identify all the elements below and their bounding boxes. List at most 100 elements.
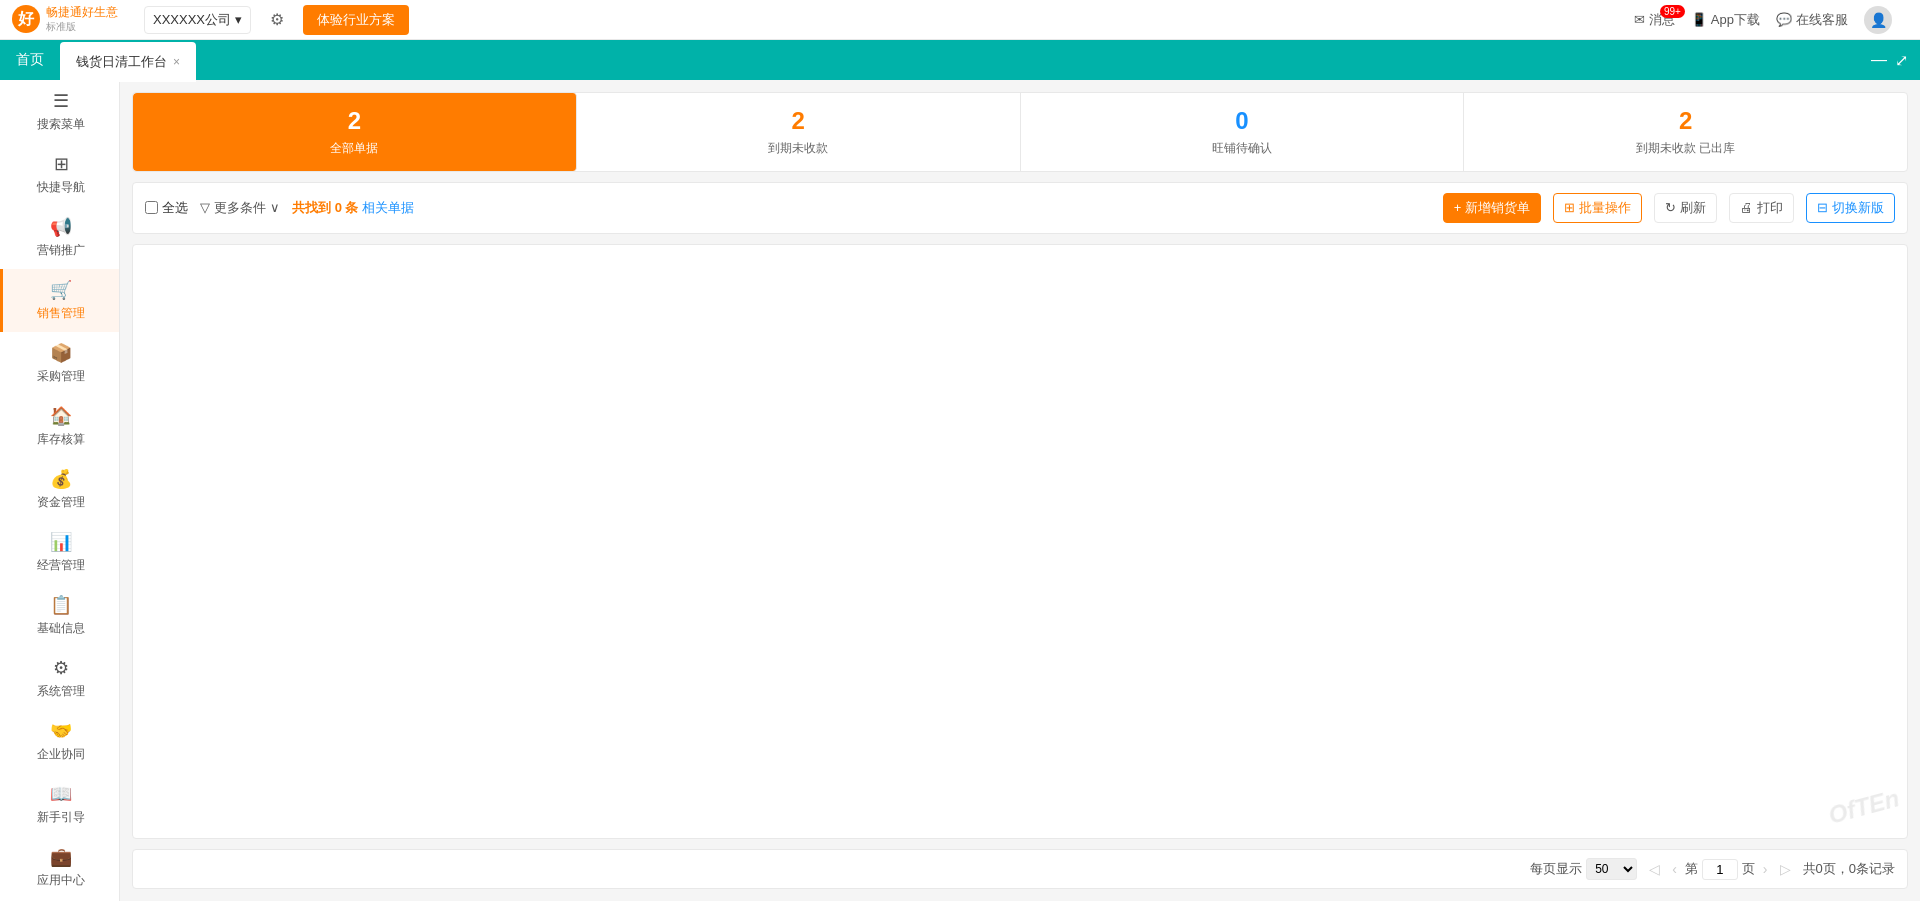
batch-operation-button[interactable]: ⊞ 批量操作 [1553,193,1642,223]
sidebar-item-quicknav[interactable]: ⊞ 快捷导航 [0,143,119,206]
next-page-button[interactable]: › [1759,859,1772,879]
sidebar-item-label: 库存核算 [37,431,85,448]
add-sales-button[interactable]: + 新增销货单 [1443,193,1541,223]
sidebar-item-label: 新手引导 [37,809,85,826]
last-page-button[interactable]: ▷ [1776,859,1795,879]
enterprise-icon: 🤝 [50,720,72,742]
page-size-label: 每页显示 [1530,860,1582,878]
sidebar-item-label: 销售管理 [37,305,85,322]
sidebar-item-basics[interactable]: 📋 基础信息 [0,584,119,647]
stat-number-wangpu: 0 [1037,107,1448,136]
logo-icon: 好 [12,5,40,33]
stat-card-all[interactable]: 2 全部单据 [133,93,577,171]
purchase-icon: 📦 [50,342,72,364]
tab-maximize-button[interactable]: ⤢ [1895,51,1908,70]
page-suffix: 页 [1742,860,1755,878]
select-all-input[interactable] [145,201,158,214]
sidebar-item-label: 基础信息 [37,620,85,637]
select-all-checkbox[interactable]: 全选 [145,199,188,217]
inventory-icon: 🏠 [50,405,72,427]
tab-label: 钱货日清工作台 [76,53,167,71]
sidebar-item-sales[interactable]: 🛒 销售管理 [0,269,119,332]
chevron-down-icon: ▾ [235,12,242,27]
avatar-icon: 👤 [1870,12,1887,28]
sidebar-item-apps[interactable]: 💼 应用中心 [0,836,119,899]
table-area [132,244,1908,839]
page-number-input[interactable] [1702,859,1738,880]
print-icon: 🖨 [1740,200,1753,215]
sidebar-item-label: 经营管理 [37,557,85,574]
settings-button[interactable]: ⚙ [263,6,291,34]
main-layout: ☰ 搜索菜单 ⊞ 快捷导航 📢 营销推广 🛒 销售管理 📦 采购管理 🏠 库存核… [0,80,1920,901]
chevron-down-icon: ∨ [270,200,280,215]
avatar[interactable]: 👤 [1864,6,1892,34]
sidebar-item-search[interactable]: ☰ 搜索菜单 [0,80,119,143]
toolbar-left: 全选 ▽ 更多条件 ∨ 共找到 0 条 相关单据 [145,199,414,217]
sidebar: ☰ 搜索菜单 ⊞ 快捷导航 📢 营销推广 🛒 销售管理 📦 采购管理 🏠 库存核… [0,80,120,901]
messages-button[interactable]: ✉ 消息 99+ [1634,11,1675,29]
topbar-right: ✉ 消息 99+ 📱 App下载 💬 在线客服 👤 [1634,6,1908,34]
stat-number-all: 2 [149,107,560,136]
sidebar-item-label: 企业协同 [37,746,85,763]
count-unit: 条 [345,200,358,215]
app-download-button[interactable]: 📱 App下载 [1691,11,1760,29]
batch-icon: ⊞ [1564,200,1575,215]
logo-sub: 标准版 [46,20,118,34]
page-size-selector: 每页显示 50 10 20 100 [1530,858,1637,880]
service-label: 在线客服 [1796,11,1848,29]
gear-icon: ⚙ [270,10,284,29]
page-size-select-input[interactable]: 50 10 20 100 [1586,858,1637,880]
sidebar-item-label: 采购管理 [37,368,85,385]
tabbar-actions: — ⤢ [1871,51,1920,70]
experience-button[interactable]: 体验行业方案 [303,5,409,35]
sidebar-item-guide[interactable]: 📖 新手引导 [0,773,119,836]
print-button[interactable]: 🖨 打印 [1729,193,1794,223]
system-icon: ⚙ [53,657,69,679]
tab-qianhuoricang[interactable]: 钱货日清工作台 × [60,42,196,82]
sidebar-item-system[interactable]: ⚙ 系统管理 [0,647,119,710]
sidebar-item-finance[interactable]: 💰 资金管理 [0,458,119,521]
switch-version-button[interactable]: ⊟ 切换新版 [1806,193,1895,223]
refresh-icon: ↻ [1665,200,1676,215]
refresh-label: 刷新 [1680,199,1706,217]
stat-card-wangpu[interactable]: 0 旺铺待确认 [1021,93,1465,171]
first-page-button[interactable]: ◁ [1645,859,1664,879]
pagination: 每页显示 50 10 20 100 ◁ ‹ 第 页 › ▷ 共0页，0条记录 [132,849,1908,889]
count-value: 0 [335,200,342,215]
page-total: 共0页，0条记录 [1803,860,1895,878]
finance-icon: 💰 [50,468,72,490]
toolbar-right: + 新增销货单 ⊞ 批量操作 ↻ 刷新 🖨 打印 ⊟ 切换新版 [1443,193,1895,223]
sidebar-item-inventory[interactable]: 🏠 库存核算 [0,395,119,458]
sidebar-item-enterprise[interactable]: 🤝 企业协同 [0,710,119,773]
related-link[interactable]: 相关单据 [362,200,414,215]
stat-card-shipped[interactable]: 2 到期未收款 已出库 [1464,93,1907,171]
stat-number-shipped: 2 [1480,107,1891,136]
count-prefix: 共找到 [292,200,331,215]
company-selector[interactable]: XXXXXX公司 ▾ [144,6,251,34]
apps-icon: 💼 [50,846,72,868]
search-menu-icon: ☰ [53,90,69,112]
tab-minimize-button[interactable]: — [1871,51,1887,69]
logo-area: 好 畅捷通好生意 标准版 [12,5,132,33]
sidebar-item-operations[interactable]: 📊 经营管理 [0,521,119,584]
filter-icon: ▽ [200,200,210,215]
marketing-icon: 📢 [50,216,72,238]
sidebar-item-purchase[interactable]: 📦 采购管理 [0,332,119,395]
sidebar-item-label: 搜索菜单 [37,116,85,133]
content-area: 2 全部单据 2 到期未收款 0 旺铺待确认 2 到期未收款 已出库 全选 [120,80,1920,901]
app-icon: 📱 [1691,12,1707,27]
print-label: 打印 [1757,199,1783,217]
filter-button[interactable]: ▽ 更多条件 ∨ [200,199,280,217]
tab-home[interactable]: 首页 [0,40,60,80]
minimize-icon: — [1871,51,1887,68]
sales-icon: 🛒 [50,279,72,301]
refresh-button[interactable]: ↻ 刷新 [1654,193,1717,223]
sidebar-item-label: 应用中心 [37,872,85,889]
maximize-icon: ⤢ [1895,52,1908,69]
tab-close-icon[interactable]: × [173,55,180,69]
prev-page-button[interactable]: ‹ [1668,859,1681,879]
online-service-button[interactable]: 💬 在线客服 [1776,11,1848,29]
stat-card-overdue[interactable]: 2 到期未收款 [577,93,1021,171]
page-nav: ◁ ‹ 第 页 › ▷ [1645,859,1794,880]
sidebar-item-marketing[interactable]: 📢 营销推广 [0,206,119,269]
